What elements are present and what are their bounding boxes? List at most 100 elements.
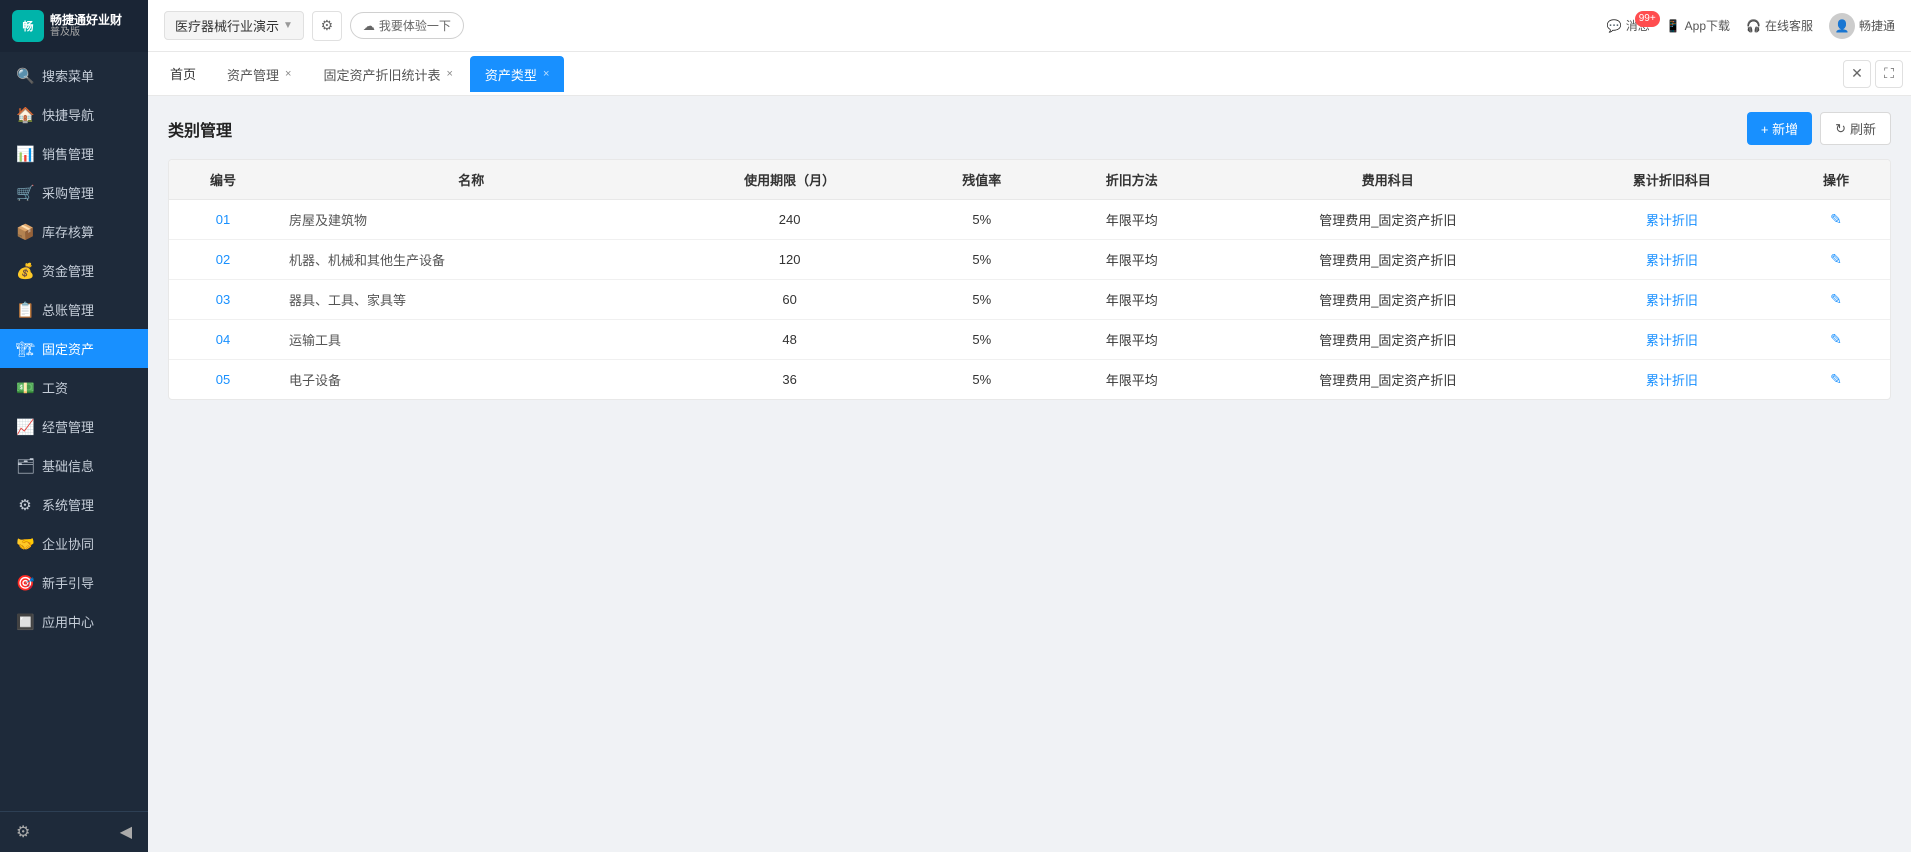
nav-label-apps: 应用中心	[42, 612, 94, 631]
cell-duration: 120	[666, 240, 914, 280]
user-area[interactable]: 👤 畅捷通	[1829, 13, 1895, 39]
cell-expense: 管理费用_固定资产折旧	[1214, 200, 1562, 240]
sidebar-item-finance[interactable]: 💰 资金管理	[0, 251, 148, 290]
cell-method: 年限平均	[1050, 200, 1214, 240]
service-icon: 🎧	[1746, 19, 1761, 33]
sidebar-item-sales[interactable]: 📊 销售管理	[0, 134, 148, 173]
avatar: 👤	[1829, 13, 1855, 39]
sidebar-item-fixed-assets[interactable]: 🏗 固定资产	[0, 329, 148, 368]
sidebar-item-payroll[interactable]: 💵 工资	[0, 368, 148, 407]
nav-label-purchase: 采购管理	[42, 183, 94, 202]
sidebar-item-guide[interactable]: 🎯 新手引导	[0, 563, 148, 602]
experience-button[interactable]: ☁ 我要体验一下	[350, 12, 464, 39]
close-tab-button[interactable]: ✕	[1843, 60, 1871, 88]
sidebar-item-enterprise[interactable]: 🤝 企业协同	[0, 524, 148, 563]
edit-icon[interactable]: ✎	[1830, 251, 1842, 267]
sidebar-item-apps[interactable]: 🔲 应用中心	[0, 602, 148, 641]
table-header-cell: 操作	[1782, 160, 1890, 200]
new-button[interactable]: + 新增	[1747, 112, 1812, 145]
sidebar-item-system[interactable]: ⚙ 系统管理	[0, 485, 148, 524]
edit-icon[interactable]: ✎	[1830, 331, 1842, 347]
settings-button[interactable]: ⚙	[312, 11, 342, 41]
table-row: 05 电子设备 36 5% 年限平均 管理费用_固定资产折旧 累计折旧 ✎	[169, 360, 1890, 400]
nav-label-system: 系统管理	[42, 495, 94, 514]
cell-method: 年限平均	[1050, 280, 1214, 320]
sidebar-item-inventory[interactable]: 📦 库存核算	[0, 212, 148, 251]
settings-icon[interactable]: ⚙	[16, 822, 30, 842]
table-row: 04 运输工具 48 5% 年限平均 管理费用_固定资产折旧 累计折旧 ✎	[169, 320, 1890, 360]
cell-method: 年限平均	[1050, 240, 1214, 280]
sidebar-item-ledger[interactable]: 📋 总账管理	[0, 290, 148, 329]
tab-close-asset-type[interactable]: ×	[543, 69, 549, 80]
page-title: 类别管理	[168, 117, 232, 141]
data-table: 编号名称使用期限（月）残值率折旧方法费用科目累计折旧科目操作 01 房屋及建筑物…	[169, 160, 1890, 399]
nav-label-basic-info: 基础信息	[42, 456, 94, 475]
cell-residual: 5%	[914, 360, 1050, 400]
collapse-icon[interactable]: ◀	[120, 822, 132, 842]
main-area: 医疗器械行业演示 ▼ ⚙ ☁ 我要体验一下 💬 消息 99+ 📱 App下载 🎧…	[148, 0, 1911, 852]
experience-icon: ☁	[363, 19, 375, 33]
tabs-controls: ✕ ⛶	[1843, 60, 1903, 88]
topbar: 医疗器械行业演示 ▼ ⚙ ☁ 我要体验一下 💬 消息 99+ 📱 App下载 🎧…	[148, 0, 1911, 52]
table-row: 03 器具、工具、家具等 60 5% 年限平均 管理费用_固定资产折旧 累计折旧…	[169, 280, 1890, 320]
app-name: 畅捷通好业财 普及版	[50, 13, 122, 39]
app-logo: 畅 畅捷通好业财 普及版	[0, 0, 148, 52]
tab-close-depreciation[interactable]: ×	[446, 69, 452, 80]
nav-icon-search: 🔍	[16, 67, 34, 85]
cell-accumulated: 累计折旧	[1562, 320, 1782, 360]
app-download-action[interactable]: 📱 App下载	[1666, 17, 1730, 34]
customer-service-action[interactable]: 🎧 在线客服	[1746, 17, 1813, 34]
data-table-container: 编号名称使用期限（月）残值率折旧方法费用科目累计折旧科目操作 01 房屋及建筑物…	[168, 159, 1891, 400]
sidebar: 畅 畅捷通好业财 普及版 🔍 搜索菜单 🏠 快捷导航 📊 销售管理 🛒 采购管理…	[0, 0, 148, 852]
tab-asset-manage[interactable]: 资产管理 ×	[212, 56, 306, 92]
tab-asset-type[interactable]: 资产类型 ×	[470, 56, 564, 92]
sidebar-item-search[interactable]: 🔍 搜索菜单	[0, 56, 148, 95]
nav-label-fixed-assets: 固定资产	[42, 339, 94, 358]
expand-tab-button[interactable]: ⛶	[1875, 60, 1903, 88]
cell-expense: 管理费用_固定资产折旧	[1214, 360, 1562, 400]
sidebar-item-basic-info[interactable]: 🗂 基础信息	[0, 446, 148, 485]
cell-action[interactable]: ✎	[1782, 240, 1890, 280]
chevron-down-icon: ▼	[283, 20, 293, 31]
tab-depreciation-report[interactable]: 固定资产折旧统计表 ×	[308, 56, 467, 92]
cell-action[interactable]: ✎	[1782, 320, 1890, 360]
cell-action[interactable]: ✎	[1782, 280, 1890, 320]
industry-selector[interactable]: 医疗器械行业演示 ▼	[164, 11, 304, 40]
cell-code: 02	[169, 240, 277, 280]
sidebar-item-quick-nav[interactable]: 🏠 快捷导航	[0, 95, 148, 134]
sidebar-item-operations[interactable]: 📈 经营管理	[0, 407, 148, 446]
tab-home[interactable]: 首页	[156, 56, 210, 92]
nav-icon-apps: 🔲	[16, 613, 34, 631]
cell-expense: 管理费用_固定资产折旧	[1214, 240, 1562, 280]
cell-expense: 管理费用_固定资产折旧	[1214, 280, 1562, 320]
cell-residual: 5%	[914, 240, 1050, 280]
nav-icon-ledger: 📋	[16, 301, 34, 319]
table-header-cell: 折旧方法	[1050, 160, 1214, 200]
nav-label-guide: 新手引导	[42, 573, 94, 592]
cell-accumulated: 累计折旧	[1562, 280, 1782, 320]
nav-icon-inventory: 📦	[16, 223, 34, 241]
cell-code: 03	[169, 280, 277, 320]
message-action[interactable]: 💬 消息 99+	[1607, 17, 1650, 34]
nav-icon-guide: 🎯	[16, 574, 34, 592]
tab-close-asset-manage[interactable]: ×	[285, 69, 291, 80]
edit-icon[interactable]: ✎	[1830, 211, 1842, 227]
cell-duration: 36	[666, 360, 914, 400]
nav-label-enterprise: 企业协同	[42, 534, 94, 553]
cell-action[interactable]: ✎	[1782, 200, 1890, 240]
table-header-row: 编号名称使用期限（月）残值率折旧方法费用科目累计折旧科目操作	[169, 160, 1890, 200]
cell-duration: 48	[666, 320, 914, 360]
cell-name: 运输工具	[277, 320, 666, 360]
page-header: 类别管理 + 新增 ↻ 刷新	[168, 112, 1891, 145]
nav-label-payroll: 工资	[42, 378, 68, 397]
cell-action[interactable]: ✎	[1782, 360, 1890, 400]
edit-icon[interactable]: ✎	[1830, 371, 1842, 387]
nav-icon-enterprise: 🤝	[16, 535, 34, 553]
topbar-right: 💬 消息 99+ 📱 App下载 🎧 在线客服 👤 畅捷通	[1607, 13, 1895, 39]
content-area: 类别管理 + 新增 ↻ 刷新 编号名称使用期限（月）残值率折旧方法费用科目累计折…	[148, 96, 1911, 852]
sidebar-item-purchase[interactable]: 🛒 采购管理	[0, 173, 148, 212]
refresh-button[interactable]: ↻ 刷新	[1820, 112, 1891, 145]
edit-icon[interactable]: ✎	[1830, 291, 1842, 307]
nav-label-operations: 经营管理	[42, 417, 94, 436]
cell-accumulated: 累计折旧	[1562, 360, 1782, 400]
